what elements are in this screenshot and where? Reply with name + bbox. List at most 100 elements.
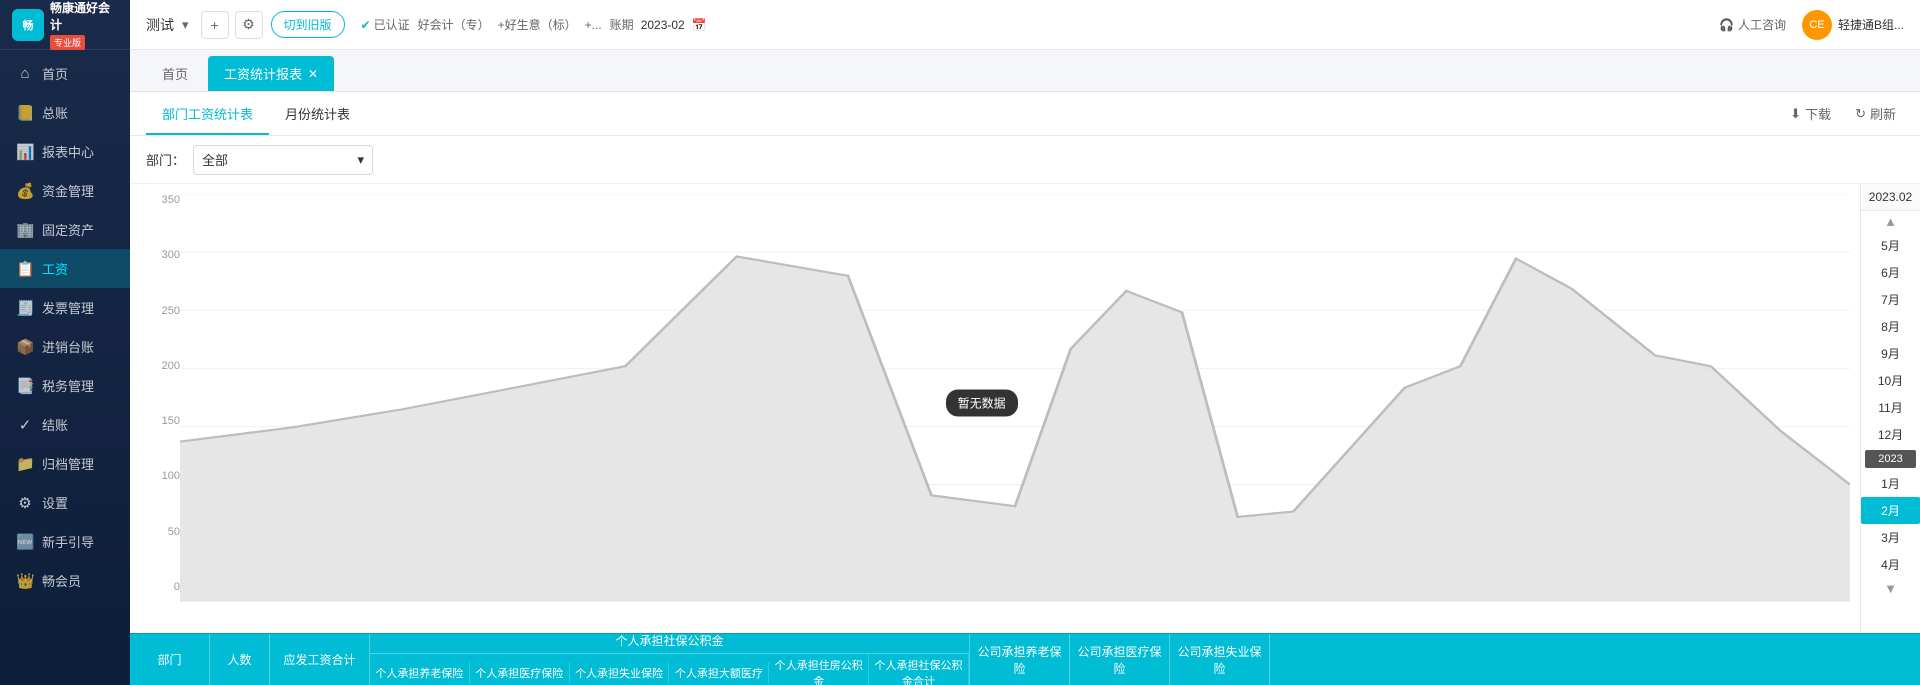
period-label: 账期 2023-02 📅 (610, 16, 707, 33)
sidebar-item-funds[interactable]: 💰资金管理 (0, 171, 130, 210)
project-name: 测试 (146, 15, 174, 35)
th-dept: 部门 (130, 634, 210, 685)
table-header: 部门 人数 应发工资合计 个人承担社保公积金 个人承担养老保险 个人承担医疗保险… (130, 633, 1920, 685)
archive-icon: 📁 (16, 455, 34, 473)
project-dropdown[interactable]: ▾ (182, 17, 189, 33)
tabbar: 首页 工资统计报表 ✕ (130, 50, 1920, 92)
main-area: 测试 ▾ + ⚙ 切到旧版 ✔ 已认证 好会计（专） +好生意（标） +... … (130, 0, 1920, 685)
th-housing: 个人承担住房公积金 (769, 654, 869, 685)
date-7[interactable]: 7月 (1861, 286, 1920, 313)
settings-btn[interactable]: ⚙ (235, 11, 263, 39)
headset-icon: 🎧 (1719, 18, 1734, 32)
th-medical: 个人承担医疗保险 (470, 662, 570, 684)
funds-icon: 💰 (16, 182, 34, 200)
date-8[interactable]: 8月 (1861, 313, 1920, 340)
date-2[interactable]: 2月 (1861, 497, 1920, 524)
home-icon: ⌂ (16, 65, 34, 82)
th-company-unemployment: 公司承担失业保险 (1170, 634, 1270, 685)
sidebar-label-salary: 工资 (42, 259, 68, 278)
th-group-personal: 个人承担社保公积金 个人承担养老保险 个人承担医疗保险 个人承担失业保险 个人承… (370, 634, 970, 685)
topbar: 测试 ▾ + ⚙ 切到旧版 ✔ 已认证 好会计（专） +好生意（标） +... … (130, 0, 1920, 50)
sidebar-label-archive: 归档管理 (42, 454, 94, 473)
sidebar-label-invoice: 发票管理 (42, 298, 94, 317)
date-panel-header: 2023.02 (1861, 184, 1920, 211)
sales-icon: 📦 (16, 338, 34, 356)
th-wage: 应发工资合计 (270, 634, 370, 685)
ledger-icon: 📒 (16, 104, 34, 122)
tab-close-icon[interactable]: ✕ (308, 67, 318, 81)
tab-salary-report[interactable]: 工资统计报表 ✕ (208, 56, 334, 91)
old-version-btn[interactable]: 切到旧版 (271, 11, 345, 38)
sidebar-logo: 畅 畅康通好会计 专业版 (0, 0, 130, 50)
date-10[interactable]: 10月 (1861, 367, 1920, 394)
date-panel: 2023.02 ▲ 5月 6月 7月 8月 9月 10月 11月 12月 202… (1860, 184, 1920, 633)
certified-badge: ✔ 已认证 (361, 16, 410, 33)
th-company-pension: 公司承担养老保险 (970, 634, 1070, 685)
date-11[interactable]: 11月 (1861, 394, 1920, 421)
dept-filter-label: 部门： (146, 150, 185, 169)
date-4[interactable]: 4月 (1861, 551, 1920, 578)
content-main: 部门工资统计表 月份统计表 ⬇ 下载 ↻ 刷新 部门： 全部 (130, 92, 1920, 685)
sidebar-item-settings[interactable]: ⚙ 设置 (0, 483, 130, 522)
sidebar-item-ledger[interactable]: 📒 总账 (0, 93, 130, 132)
dept-select[interactable]: 全部 ▾ (193, 145, 373, 175)
good-accounting-badge: 好会计（专） (418, 16, 490, 33)
chart-svg-wrapper: 暂无数据 (180, 194, 1850, 603)
sidebar-label-settings: 设置 (42, 493, 68, 512)
sidebar: 畅 畅康通好会计 专业版 ⌂ 首页 📒 总账 📊报表中心💰资金管理 🏢 固定资产 📋工资 🧾 发票… (0, 0, 130, 685)
date-12[interactable]: 12月 (1861, 421, 1920, 448)
good-biz-badge: +好生意（标） (498, 16, 577, 33)
year-2023[interactable]: 2023 (1865, 450, 1916, 468)
sidebar-label-home: 首页 (42, 64, 68, 83)
chart-tooltip: 暂无数据 (946, 389, 1018, 416)
invoice-icon: 🧾 (16, 299, 34, 317)
download-icon: ⬇ (1790, 106, 1801, 122)
tab-home[interactable]: 首页 (146, 56, 204, 91)
settings-icon: ⚙ (16, 494, 34, 512)
sidebar-label-ledger: 总账 (42, 103, 68, 122)
guide-icon: 🆕 (16, 533, 34, 551)
sidebar-label-tax: 税务管理 (42, 376, 94, 395)
date-3[interactable]: 3月 (1861, 524, 1920, 551)
refresh-btn[interactable]: ↻ 刷新 (1847, 100, 1904, 127)
topbar-status: ✔ 已认证 好会计（专） +好生意（标） +... 账期 2023-02 📅 (361, 16, 707, 33)
sidebar-item-home[interactable]: ⌂ 首页 (0, 54, 130, 93)
th-pension: 个人承担养老保险 (370, 662, 470, 684)
logo-text: 畅康通好会计 专业版 (50, 0, 118, 50)
sidebar-label-assets: 固定资产 (42, 220, 94, 239)
user-menu[interactable]: CE 轻捷通B组... (1802, 10, 1904, 40)
sub-tab-dept[interactable]: 部门工资统计表 (146, 94, 269, 135)
th-social-total: 个人承担社保公积金合计 (869, 654, 969, 685)
date-nav-up[interactable]: ▲ (1861, 211, 1920, 232)
sub-tab-monthly[interactable]: 月份统计表 (269, 94, 366, 135)
sidebar-item-archive[interactable]: 📁 归档管理 (0, 444, 130, 483)
sidebar-item-member[interactable]: 👑畅会员 (0, 561, 130, 600)
logo-icon: 畅 (12, 9, 44, 41)
date-nav-down[interactable]: ▼ (1861, 578, 1920, 599)
sidebar-item-tax[interactable]: 📑 税务管理 (0, 366, 130, 405)
sidebar-item-assets[interactable]: 🏢 固定资产 (0, 210, 130, 249)
date-5[interactable]: 5月 (1861, 232, 1920, 259)
service-btn[interactable]: 🎧 人工咨询 (1719, 16, 1786, 33)
sidebar-label-member: 畅会员 (42, 571, 81, 590)
sidebar-item-invoice[interactable]: 🧾 发票管理 (0, 288, 130, 327)
filterbar: 部门： 全部 ▾ (130, 136, 1920, 184)
sidebar-item-guide[interactable]: 🆕 新手引导 (0, 522, 130, 561)
sidebar-label-guide: 新手引导 (42, 532, 94, 551)
tax-icon: 📑 (16, 377, 34, 395)
sidebar-item-salary[interactable]: 📋工资 (0, 249, 130, 288)
chart-area: 350 300 250 200 150 100 50 0 (130, 184, 1920, 633)
calendar-icon[interactable]: 📅 (692, 18, 707, 32)
date-9[interactable]: 9月 (1861, 340, 1920, 367)
sidebar-item-settlement[interactable]: ✓结账 (0, 405, 130, 444)
sidebar-item-sales[interactable]: 📦进销台账 (0, 327, 130, 366)
assets-icon: 🏢 (16, 221, 34, 239)
more-badge: +... (585, 18, 602, 32)
avatar: CE (1802, 10, 1832, 40)
sidebar-item-reports[interactable]: 📊报表中心 (0, 132, 130, 171)
download-btn[interactable]: ⬇ 下载 (1782, 100, 1839, 127)
date-1[interactable]: 1月 (1861, 470, 1920, 497)
y-axis: 350 300 250 200 150 100 50 0 (140, 184, 180, 603)
add-btn[interactable]: + (201, 11, 229, 39)
date-6[interactable]: 6月 (1861, 259, 1920, 286)
